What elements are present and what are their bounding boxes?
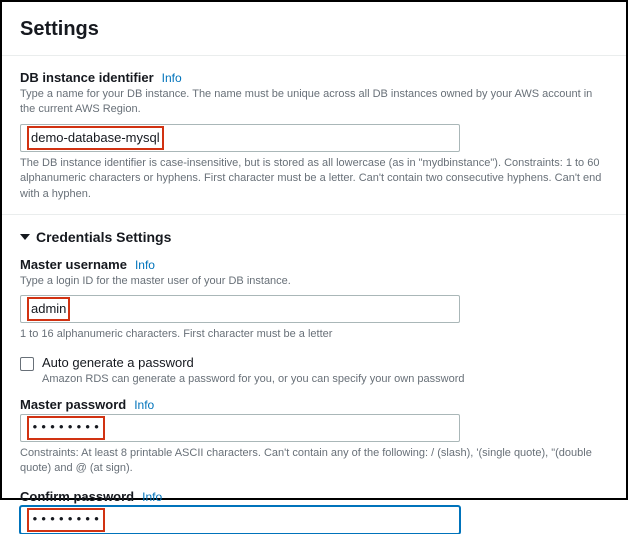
info-link[interactable]: Info (142, 490, 162, 504)
confirm-password-field: Confirm password Info •••••••• (20, 489, 608, 534)
caret-down-icon (20, 234, 30, 240)
master-password-input[interactable]: •••••••• (20, 414, 460, 442)
info-link[interactable]: Info (162, 71, 182, 85)
db-identifier-field: DB instance identifier Info Type a name … (20, 70, 608, 202)
confirm-password-value: •••••••• (27, 508, 105, 532)
db-identifier-help: Type a name for your DB instance. The na… (20, 87, 608, 118)
auto-generate-checkbox[interactable] (20, 357, 34, 371)
master-username-field: Master username Info Type a login ID for… (20, 257, 608, 343)
info-link[interactable]: Info (135, 258, 155, 272)
db-identifier-value: demo-database-mysql (27, 126, 164, 150)
page-title: Settings (20, 18, 608, 41)
db-identifier-label: DB instance identifier (20, 70, 154, 85)
master-username-constraint: 1 to 16 alphanumeric characters. First c… (20, 327, 608, 342)
confirm-password-input[interactable]: •••••••• (20, 506, 460, 534)
divider (2, 55, 626, 56)
master-password-field: Master password Info •••••••• Constraint… (20, 397, 608, 477)
confirm-password-label: Confirm password (20, 489, 134, 504)
db-identifier-input[interactable]: demo-database-mysql (20, 124, 460, 152)
credentials-header[interactable]: Credentials Settings (20, 229, 608, 245)
master-username-value: admin (27, 297, 70, 321)
db-identifier-constraint: The DB instance identifier is case-insen… (20, 156, 608, 202)
master-username-help: Type a login ID for the master user of y… (20, 274, 608, 289)
master-username-input[interactable]: admin (20, 295, 460, 323)
auto-generate-label: Auto generate a password (42, 355, 194, 370)
master-password-value: •••••••• (27, 416, 105, 440)
divider (2, 214, 626, 215)
master-password-label: Master password (20, 397, 126, 412)
auto-generate-help: Amazon RDS can generate a password for y… (42, 373, 608, 385)
master-username-label: Master username (20, 257, 127, 272)
master-password-constraint: Constraints: At least 8 printable ASCII … (20, 446, 608, 477)
credentials-header-label: Credentials Settings (36, 229, 171, 245)
info-link[interactable]: Info (134, 398, 154, 412)
